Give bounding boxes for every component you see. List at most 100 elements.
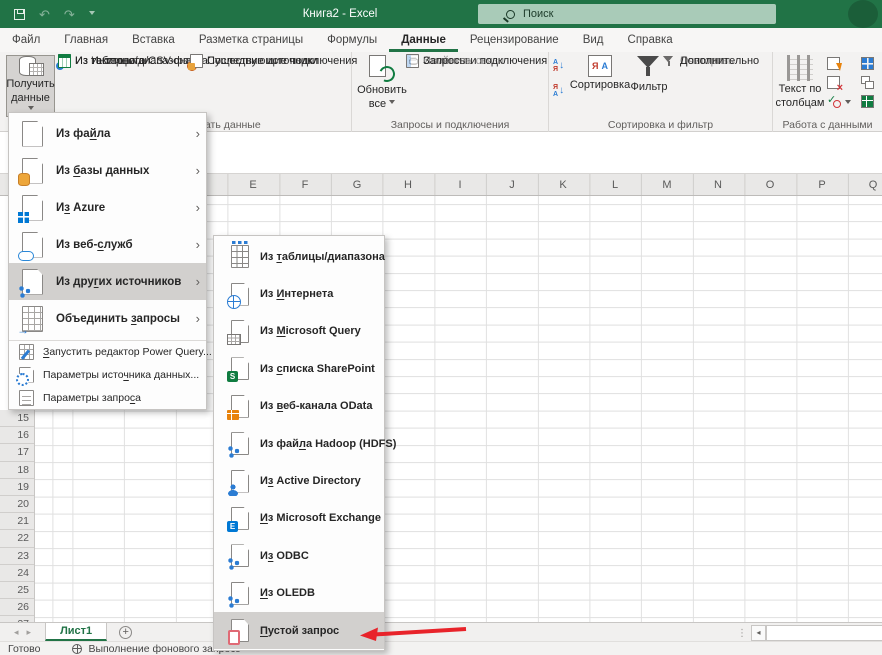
menu-item[interactable]: Из Интернета bbox=[214, 275, 384, 312]
text-to-columns-icon bbox=[787, 55, 813, 81]
menu-item[interactable]: Объединить запросы › bbox=[9, 300, 206, 337]
ribbon-tab[interactable]: Разметка страницы bbox=[187, 28, 315, 52]
row-header[interactable]: 22 bbox=[0, 530, 34, 548]
sheet-nav: ◂ ▸ bbox=[0, 623, 45, 641]
column-header[interactable]: G bbox=[346, 174, 368, 196]
flash-fill-icon[interactable] bbox=[827, 57, 842, 71]
ribbon-tab[interactable]: Рецензирование bbox=[458, 28, 571, 52]
menu-item[interactable]: Из таблицы/диапазона bbox=[214, 238, 385, 275]
column-header[interactable]: H bbox=[397, 174, 419, 196]
menu-item[interactable]: Запустить редактор Power Query... › bbox=[9, 340, 212, 363]
column-header[interactable]: E bbox=[242, 174, 264, 196]
sort-icon: ЯА bbox=[588, 55, 612, 77]
row-header[interactable]: 24 bbox=[0, 565, 34, 582]
ribbon-tab-row: Файл Главная Вставка Разметка страницы Форму… bbox=[0, 28, 882, 52]
sheet-tab[interactable]: Лист1 bbox=[45, 623, 108, 641]
ribbon-small-button[interactable]: Существующие подключения bbox=[188, 52, 357, 70]
row-header[interactable]: 16 bbox=[0, 427, 34, 445]
column-header[interactable]: F bbox=[294, 174, 316, 196]
ribbon-small-button[interactable]: Изменить связи bbox=[406, 52, 504, 70]
from-azure-icon bbox=[18, 195, 43, 223]
row-header[interactable]: 25 bbox=[0, 582, 34, 600]
undo-icon[interactable]: ↶ bbox=[39, 8, 50, 21]
text-to-columns-button[interactable]: Текст по столбцам bbox=[775, 55, 825, 117]
row-header[interactable]: 15 bbox=[0, 410, 34, 428]
odata-feed-icon bbox=[227, 395, 249, 420]
column-header[interactable]: N bbox=[707, 174, 729, 196]
submenu-chevron-icon: › bbox=[195, 237, 200, 252]
from-table-icon bbox=[58, 54, 71, 68]
menu-item[interactable]: Из Azure › bbox=[9, 189, 206, 226]
menu-item[interactable]: Из файла › bbox=[9, 115, 206, 152]
row-header[interactable]: 19 bbox=[0, 479, 34, 496]
hadoop-hdfs-icon bbox=[227, 432, 249, 459]
new-sheet-icon[interactable]: + bbox=[119, 626, 133, 639]
menu-item[interactable]: Из веб-канала OData bbox=[214, 388, 384, 425]
ribbon-tab[interactable]: Файл bbox=[0, 28, 52, 52]
menu-item[interactable]: Из веб-служб › bbox=[9, 226, 206, 263]
row-header[interactable]: 18 bbox=[0, 462, 34, 479]
account-avatar[interactable] bbox=[848, 0, 878, 28]
refresh-all-button[interactable]: Обновить все bbox=[357, 55, 407, 117]
consolidate-icon[interactable] bbox=[861, 57, 874, 70]
row-header[interactable]: 26 bbox=[0, 599, 34, 617]
ribbon-tab[interactable]: Справка bbox=[616, 28, 685, 52]
odbc-icon bbox=[227, 544, 249, 571]
column-header[interactable]: I bbox=[449, 174, 471, 196]
manage-data-model-icon[interactable] bbox=[861, 95, 874, 108]
column-header[interactable]: J bbox=[501, 174, 523, 196]
column-header[interactable]: K bbox=[552, 174, 574, 196]
menu-item[interactable]: Из базы данных › bbox=[9, 152, 206, 189]
search-box[interactable]: Поиск bbox=[478, 4, 776, 24]
horizontal-scrollbar: ⋮ ◂ bbox=[737, 624, 882, 642]
ribbon-tab[interactable]: Вид bbox=[571, 28, 616, 52]
scrollbar-thumb[interactable] bbox=[766, 625, 882, 641]
blank-query-icon bbox=[228, 619, 249, 646]
menu-item[interactable]: Параметры запроса › bbox=[9, 386, 206, 409]
menu-item[interactable]: Из ODBC bbox=[214, 537, 384, 574]
scrollbar-splitter-icon[interactable]: ⋮ bbox=[737, 628, 747, 639]
row-header[interactable]: 20 bbox=[0, 496, 34, 514]
menu-item[interactable]: Из Active Directory bbox=[214, 462, 384, 499]
sort-descending-button[interactable]: Я А ↓ bbox=[553, 82, 564, 99]
sort-button[interactable]: ЯА Сортировка bbox=[570, 55, 630, 117]
sort-descending-icon: ↓ bbox=[559, 85, 565, 96]
menu-item[interactable]: Параметры источника данных... › bbox=[9, 363, 206, 386]
menu-item[interactable]: Из OLEDB bbox=[214, 575, 384, 612]
scroll-left-icon[interactable]: ◂ bbox=[751, 625, 766, 641]
column-header[interactable]: L bbox=[604, 174, 626, 196]
data-validation-icon[interactable] bbox=[827, 93, 841, 108]
ribbon-tab[interactable]: Вставка bbox=[120, 28, 187, 52]
data-validation-dropdown-icon[interactable] bbox=[845, 100, 851, 107]
save-icon[interactable] bbox=[14, 8, 25, 20]
row-header[interactable]: 17 bbox=[0, 444, 34, 462]
relationships-icon[interactable] bbox=[861, 76, 874, 89]
menu-item[interactable]: Из Microsoft Query bbox=[214, 313, 384, 350]
ribbon-small-button[interactable]: Дополнительно bbox=[663, 52, 759, 70]
other-sources-submenu: Из таблицы/диапазона Из Интернета Из Mic… bbox=[213, 235, 396, 651]
ribbon-tab[interactable]: Главная bbox=[52, 28, 120, 52]
next-sheet-icon[interactable]: ▸ bbox=[27, 627, 32, 638]
customize-qat-icon[interactable] bbox=[88, 10, 95, 18]
ribbon-small-button[interactable]: Из таблицы/диапазона bbox=[58, 52, 192, 70]
menu-item[interactable]: Из других источников › bbox=[9, 263, 206, 300]
column-header[interactable]: Q bbox=[862, 174, 882, 196]
remove-duplicates-icon[interactable] bbox=[827, 76, 843, 94]
power-query-editor-icon bbox=[19, 344, 34, 360]
row-header[interactable]: 21 bbox=[0, 513, 34, 531]
column-header[interactable]: P bbox=[811, 174, 833, 196]
redo-icon[interactable]: ↷ bbox=[64, 8, 75, 21]
ribbon-tab[interactable]: Данные bbox=[389, 28, 458, 52]
menu-item[interactable]: Из файла Hadoop (HDFS) bbox=[214, 425, 396, 462]
submenu-chevron-icon: › bbox=[195, 163, 200, 178]
data-source-settings-icon bbox=[16, 367, 34, 386]
get-data-button[interactable]: Получить данные bbox=[6, 55, 55, 117]
column-header[interactable]: M bbox=[656, 174, 678, 196]
menu-item[interactable]: Из списка SharePoint bbox=[214, 350, 384, 387]
menu-item[interactable]: Из Microsoft Exchange bbox=[214, 500, 384, 537]
prev-sheet-icon[interactable]: ◂ bbox=[14, 627, 19, 638]
sort-ascending-button[interactable]: А Я ↓ bbox=[553, 57, 564, 74]
column-header[interactable]: O bbox=[759, 174, 781, 196]
ribbon-tab[interactable]: Формулы bbox=[315, 28, 389, 52]
row-header[interactable]: 23 bbox=[0, 548, 34, 565]
